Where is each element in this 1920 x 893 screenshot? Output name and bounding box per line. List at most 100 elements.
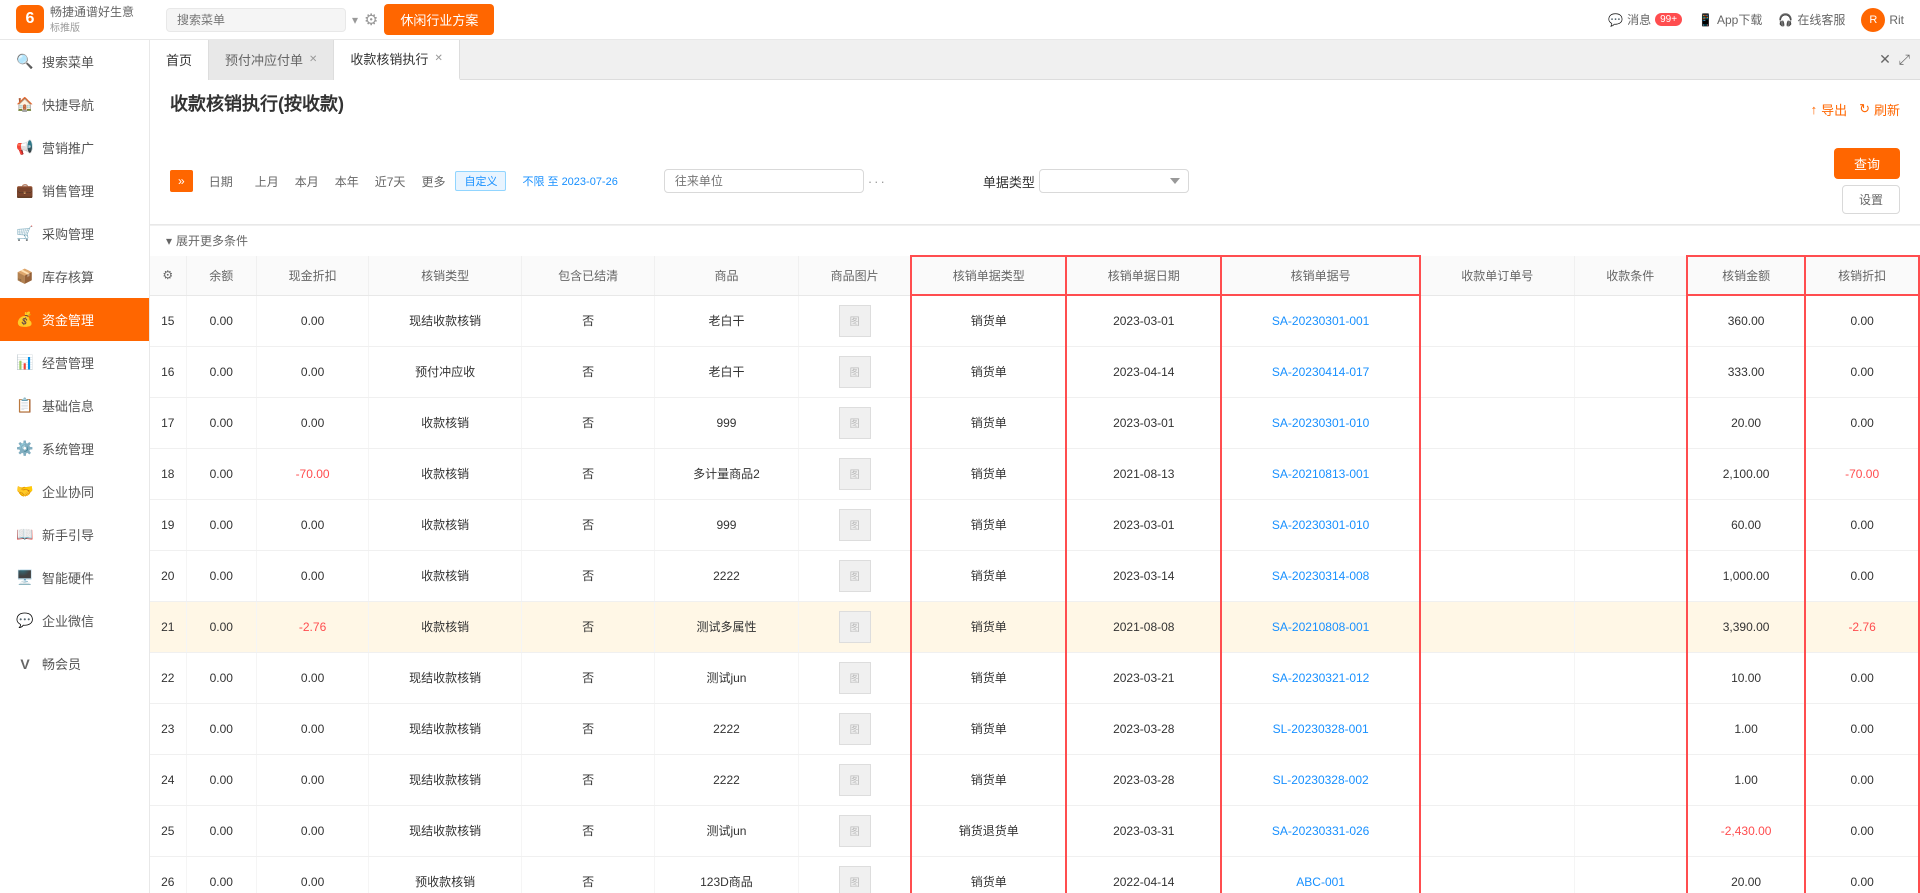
sidebar-item-enterprise[interactable]: 🤝 企业协同 <box>0 470 149 513</box>
cell-balance: 0.00 <box>186 397 257 448</box>
partner-filter: ··· <box>664 169 887 193</box>
cell-cash-discount: 0.00 <box>257 805 369 856</box>
message-badge: 99+ <box>1655 13 1682 26</box>
search-menu-input[interactable] <box>166 8 346 32</box>
sidebar-item-label: 智能硬件 <box>42 568 94 587</box>
message-icon: 💬 <box>1608 13 1623 27</box>
tab-prepaid-close[interactable]: ✕ <box>309 54 317 65</box>
sidebar-item-hardware[interactable]: 🖥️ 智能硬件 <box>0 556 149 599</box>
this-year-btn[interactable]: 本年 <box>329 171 365 192</box>
table-row: 230.000.00现结收款核销否2222图销货单2023-03-28SL-20… <box>150 703 1919 754</box>
inventory-icon: 📦 <box>16 268 34 286</box>
export-button[interactable]: ↑ 导出 <box>1811 100 1848 119</box>
home-icon: 🏠 <box>16 96 34 114</box>
cell-verification-type: 收款核销 <box>369 550 522 601</box>
cell-balance: 0.00 <box>186 448 257 499</box>
refresh-label: 刷新 <box>1874 100 1900 119</box>
more-date-btn[interactable]: 更多 <box>415 171 451 192</box>
cell-cash-discount: -70.00 <box>257 448 369 499</box>
sidebar-item-basic-info[interactable]: 📋 基础信息 <box>0 384 149 427</box>
tab-home[interactable]: 首页 <box>150 40 209 80</box>
sidebar-item-sales[interactable]: 💼 销售管理 <box>0 169 149 212</box>
sidebar-item-member[interactable]: V 畅会员 <box>0 642 149 685</box>
cell-verification-discount: 0.00 <box>1805 805 1919 856</box>
query-button[interactable]: 查询 <box>1834 148 1900 179</box>
cell-bill-type: 销货单 <box>911 499 1066 550</box>
purchase-icon: 🛒 <box>16 225 34 243</box>
cell-product: 多计量商品2 <box>654 448 798 499</box>
cell-bill-date: 2023-03-14 <box>1066 550 1221 601</box>
online-service-area[interactable]: 🎧 在线客服 <box>1778 11 1845 28</box>
cell-bill-no: SL-20230328-001 <box>1221 703 1420 754</box>
top-bar: 6 畅捷通谱好生意 标推版 ▾ ⚙ 休闲行业方案 💬 消息 99+ 📱 <box>0 0 1920 40</box>
sidebar-item-finance[interactable]: 💰 资金管理 <box>0 298 149 341</box>
tab-close-window-button[interactable]: ✕ <box>1879 51 1891 68</box>
sidebar-item-label: 系统管理 <box>42 439 94 458</box>
sidebar-item-inventory[interactable]: 📦 库存核算 <box>0 255 149 298</box>
sidebar-item-label: 基础信息 <box>42 396 94 415</box>
sidebar-item-quick-nav[interactable]: 🏠 快捷导航 <box>0 83 149 126</box>
tab-maximize-button[interactable]: ⤢ <box>1899 51 1910 68</box>
user-name: Rit <box>1889 13 1904 27</box>
message-area[interactable]: 💬 消息 99+ <box>1608 11 1682 28</box>
sidebar-item-label: 企业微信 <box>42 611 94 630</box>
marketing-icon: 📢 <box>16 139 34 157</box>
partner-input[interactable] <box>664 169 864 193</box>
cell-receipt-order-no <box>1420 448 1574 499</box>
cell-bill-no: ABC-001 <box>1221 856 1420 893</box>
cell-bill-type: 销货单 <box>911 550 1066 601</box>
last-month-btn[interactable]: 上月 <box>249 171 285 192</box>
cell-row-num: 22 <box>150 652 186 703</box>
sidebar-item-wechat[interactable]: 💬 企业微信 <box>0 599 149 642</box>
cell-cash-discount: 0.00 <box>257 856 369 893</box>
refresh-button[interactable]: ↻ 刷新 <box>1859 100 1900 119</box>
cell-bill-no: SA-20210808-001 <box>1221 601 1420 652</box>
page-header-actions: ↑ 导出 ↻ 刷新 <box>1811 100 1900 119</box>
this-month-btn[interactable]: 本月 <box>289 171 325 192</box>
cell-row-num: 23 <box>150 703 186 754</box>
sidebar-item-label: 畅会员 <box>42 654 81 673</box>
cell-include-settled: 否 <box>522 499 655 550</box>
gear-icon[interactable]: ⚙ <box>364 10 378 30</box>
table-row: 200.000.00收款核销否2222图销货单2023-03-14SA-2023… <box>150 550 1919 601</box>
date-range-text: 不限 至 2023-07-26 <box>522 173 617 189</box>
table-row: 240.000.00现结收款核销否2222图销货单2023-03-28SL-20… <box>150 754 1919 805</box>
sidebar-item-marketing[interactable]: 📢 营销推广 <box>0 126 149 169</box>
filter-expand-button[interactable]: » <box>170 170 193 192</box>
last-7-days-btn[interactable]: 近7天 <box>369 171 412 192</box>
settings-gear-icon[interactable]: ⚙ <box>162 268 173 282</box>
solution-button[interactable]: 休闲行业方案 <box>384 4 494 35</box>
chevron-down-icon: ▾ <box>352 13 358 27</box>
sidebar-item-guide[interactable]: 📖 新手引导 <box>0 513 149 556</box>
cell-receipt-order-no <box>1420 856 1574 893</box>
user-area[interactable]: R Rit <box>1861 8 1904 32</box>
setting-button[interactable]: 设置 <box>1842 185 1900 214</box>
expand-conditions-bar[interactable]: ▾ 展开更多条件 <box>150 225 1920 255</box>
cell-balance: 0.00 <box>186 754 257 805</box>
tab-prepaid[interactable]: 预付冲应付单 ✕ <box>209 40 334 80</box>
single-type-label: 单据类型 <box>983 172 1035 191</box>
cell-verification-type: 收款核销 <box>369 448 522 499</box>
cell-product: 2222 <box>654 703 798 754</box>
sidebar-item-purchase[interactable]: 🛒 采购管理 <box>0 212 149 255</box>
col-product-image: 商品图片 <box>799 256 912 295</box>
sidebar-item-operations[interactable]: 📊 经营管理 <box>0 341 149 384</box>
date-range-selector: 上月 本月 本年 近7天 更多 自定义 <box>249 171 507 192</box>
cell-receipt-condition <box>1574 652 1687 703</box>
table-row: 160.000.00预付冲应收否老白干图销货单2023-04-14SA-2023… <box>150 346 1919 397</box>
tab-verification[interactable]: 收款核销执行 ✕ <box>334 40 459 80</box>
custom-date-btn[interactable]: 自定义 <box>455 171 506 191</box>
cell-receipt-order-no <box>1420 346 1574 397</box>
table-row: 250.000.00现结收款核销否测试jun图销货退货单2023-03-31SA… <box>150 805 1919 856</box>
cell-product-image: 图 <box>799 754 912 805</box>
sidebar-item-system[interactable]: ⚙️ 系统管理 <box>0 427 149 470</box>
sidebar-item-label: 销售管理 <box>42 181 94 200</box>
single-type-select[interactable] <box>1039 169 1189 193</box>
user-avatar: R <box>1861 8 1885 32</box>
sidebar-item-search[interactable]: 🔍 搜索菜单 <box>0 40 149 83</box>
app-download-area[interactable]: 📱 App下载 <box>1698 11 1762 28</box>
cell-balance: 0.00 <box>186 550 257 601</box>
tab-verification-close[interactable]: ✕ <box>434 53 442 64</box>
cell-receipt-order-no <box>1420 754 1574 805</box>
cell-product: 999 <box>654 499 798 550</box>
